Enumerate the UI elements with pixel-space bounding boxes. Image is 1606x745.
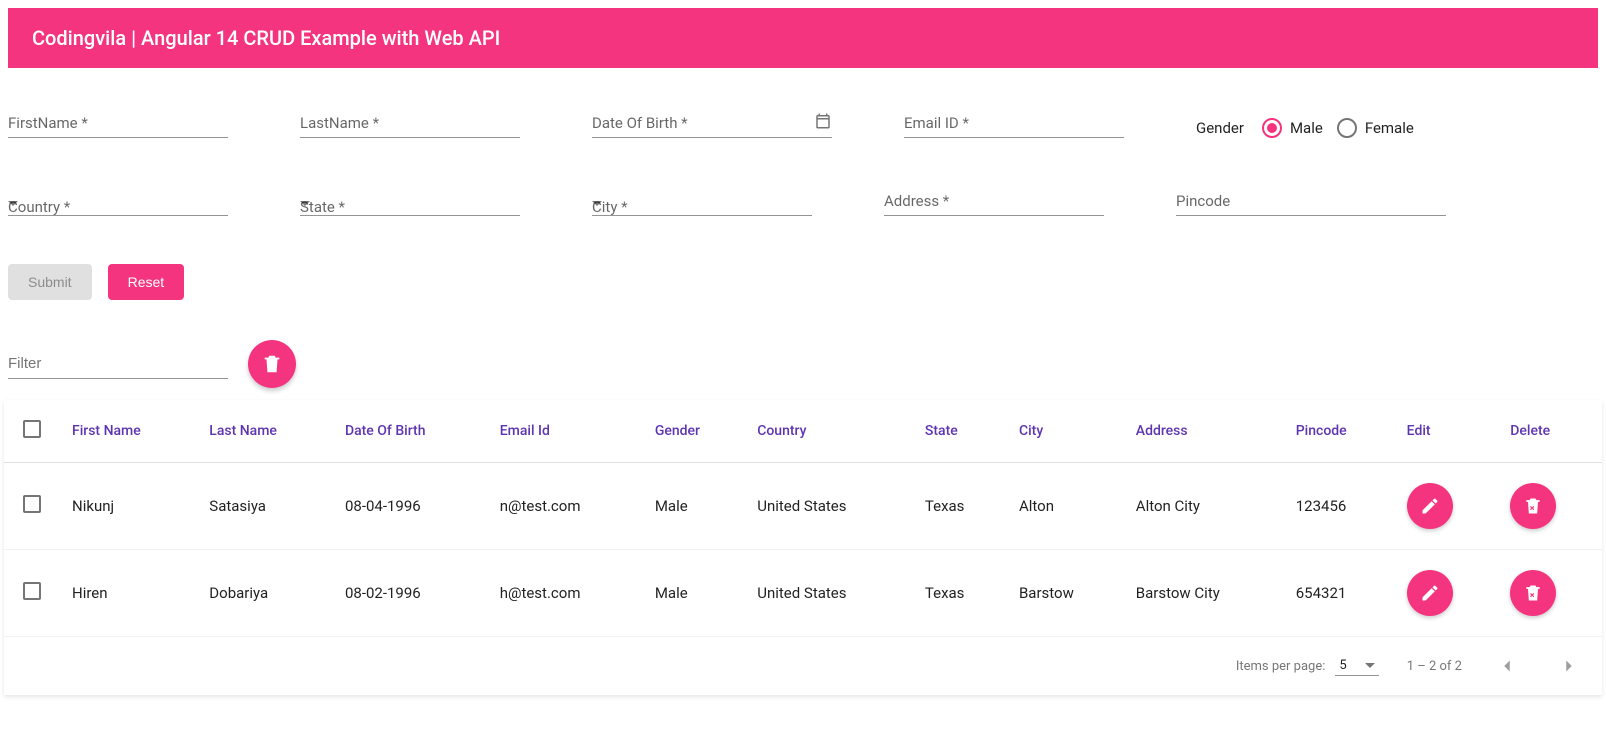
- cell-gender: Male: [643, 550, 745, 637]
- data-table: First Name Last Name Date Of Birth Email…: [4, 400, 1602, 695]
- paginator-range: 1 – 2 of 2: [1407, 659, 1462, 674]
- submit-button[interactable]: Submit: [8, 264, 92, 300]
- col-country[interactable]: Country: [745, 400, 913, 463]
- trash-icon: [1523, 496, 1543, 516]
- col-email[interactable]: Email Id: [488, 400, 643, 463]
- col-state[interactable]: State: [913, 400, 1007, 463]
- paginator: Items per page: 5 1 – 2 of 2: [4, 637, 1602, 695]
- cell-lastname: Dobariya: [197, 550, 333, 637]
- gender-group: Gender Male Female: [1196, 118, 1414, 138]
- cell-state: Texas: [913, 550, 1007, 637]
- gender-label: Gender: [1196, 119, 1244, 137]
- items-per-page-label: Items per page:: [1236, 659, 1326, 674]
- col-edit: Edit: [1395, 400, 1499, 463]
- row-checkbox[interactable]: [23, 495, 41, 513]
- city-field[interactable]: City *: [592, 192, 812, 216]
- edit-button[interactable]: [1407, 570, 1453, 616]
- col-dob[interactable]: Date Of Birth: [333, 400, 488, 463]
- cell-country: United States: [745, 550, 913, 637]
- select-all-checkbox[interactable]: [23, 420, 41, 438]
- cell-firstname: Hiren: [60, 550, 197, 637]
- cell-firstname: Nikunj: [60, 463, 197, 550]
- col-firstname[interactable]: First Name: [60, 400, 197, 463]
- filter-input[interactable]: [8, 349, 228, 379]
- row-checkbox[interactable]: [23, 582, 41, 600]
- cell-dob: 08-02-1996: [333, 550, 488, 637]
- col-pincode[interactable]: Pincode: [1284, 400, 1395, 463]
- pencil-icon: [1420, 496, 1440, 516]
- address-input[interactable]: [884, 186, 1104, 216]
- chevron-down-icon: [592, 201, 602, 206]
- delete-button[interactable]: [1510, 570, 1556, 616]
- table-header-row: First Name Last Name Date Of Birth Email…: [4, 400, 1602, 463]
- email-field[interactable]: Email ID *: [904, 108, 1124, 138]
- gender-female-radio[interactable]: Female: [1337, 118, 1414, 138]
- cell-city: Barstow: [1007, 550, 1124, 637]
- pencil-icon: [1420, 583, 1440, 603]
- cell-email: n@test.com: [488, 463, 643, 550]
- calendar-icon[interactable]: [814, 112, 832, 130]
- chevron-down-icon: [300, 201, 310, 206]
- cell-city: Alton: [1007, 463, 1124, 550]
- col-city[interactable]: City: [1007, 400, 1124, 463]
- reset-button[interactable]: Reset: [108, 264, 185, 300]
- col-lastname[interactable]: Last Name: [197, 400, 333, 463]
- cell-pincode: 654321: [1284, 550, 1395, 637]
- gender-female-label: Female: [1365, 119, 1414, 137]
- next-page-button[interactable]: [1552, 649, 1586, 683]
- pincode-input[interactable]: [1176, 186, 1446, 216]
- gender-male-radio[interactable]: Male: [1262, 118, 1323, 138]
- delete-button[interactable]: [1510, 483, 1556, 529]
- table-row: NikunjSatasiya08-04-1996n@test.comMaleUn…: [4, 463, 1602, 550]
- trash-icon: [261, 353, 283, 375]
- cell-address: Barstow City: [1124, 550, 1284, 637]
- delete-all-button[interactable]: [248, 340, 296, 388]
- chevron-down-icon: [1365, 663, 1375, 668]
- firstname-input[interactable]: [8, 108, 228, 138]
- email-input[interactable]: [904, 108, 1124, 138]
- edit-button[interactable]: [1407, 483, 1453, 529]
- page-size-select[interactable]: 5: [1335, 656, 1378, 676]
- col-address[interactable]: Address: [1124, 400, 1284, 463]
- trash-icon: [1523, 583, 1543, 603]
- firstname-field[interactable]: FirstName *: [8, 108, 228, 138]
- cell-pincode: 123456: [1284, 463, 1395, 550]
- app-title: Codingvila | Angular 14 CRUD Example wit…: [32, 26, 500, 50]
- pincode-field[interactable]: Pincode: [1176, 186, 1446, 216]
- dob-field[interactable]: Date Of Birth *: [592, 108, 832, 138]
- app-toolbar: Codingvila | Angular 14 CRUD Example wit…: [8, 8, 1598, 68]
- cell-gender: Male: [643, 463, 745, 550]
- col-delete: Delete: [1498, 400, 1602, 463]
- gender-male-label: Male: [1290, 119, 1323, 137]
- cell-email: h@test.com: [488, 550, 643, 637]
- filter-field[interactable]: [8, 349, 228, 379]
- cell-dob: 08-04-1996: [333, 463, 488, 550]
- dob-input[interactable]: [592, 108, 832, 138]
- cell-address: Alton City: [1124, 463, 1284, 550]
- col-gender[interactable]: Gender: [643, 400, 745, 463]
- page-size-value: 5: [1339, 658, 1346, 673]
- table-row: HirenDobariya08-02-1996h@test.comMaleUni…: [4, 550, 1602, 637]
- prev-page-button[interactable]: [1490, 649, 1524, 683]
- address-field[interactable]: Address *: [884, 186, 1104, 216]
- cell-lastname: Satasiya: [197, 463, 333, 550]
- cell-country: United States: [745, 463, 913, 550]
- country-field[interactable]: Country *: [8, 192, 228, 216]
- lastname-field[interactable]: LastName *: [300, 108, 520, 138]
- cell-state: Texas: [913, 463, 1007, 550]
- lastname-input[interactable]: [300, 108, 520, 138]
- chevron-down-icon: [8, 201, 18, 206]
- state-field[interactable]: State *: [300, 192, 520, 216]
